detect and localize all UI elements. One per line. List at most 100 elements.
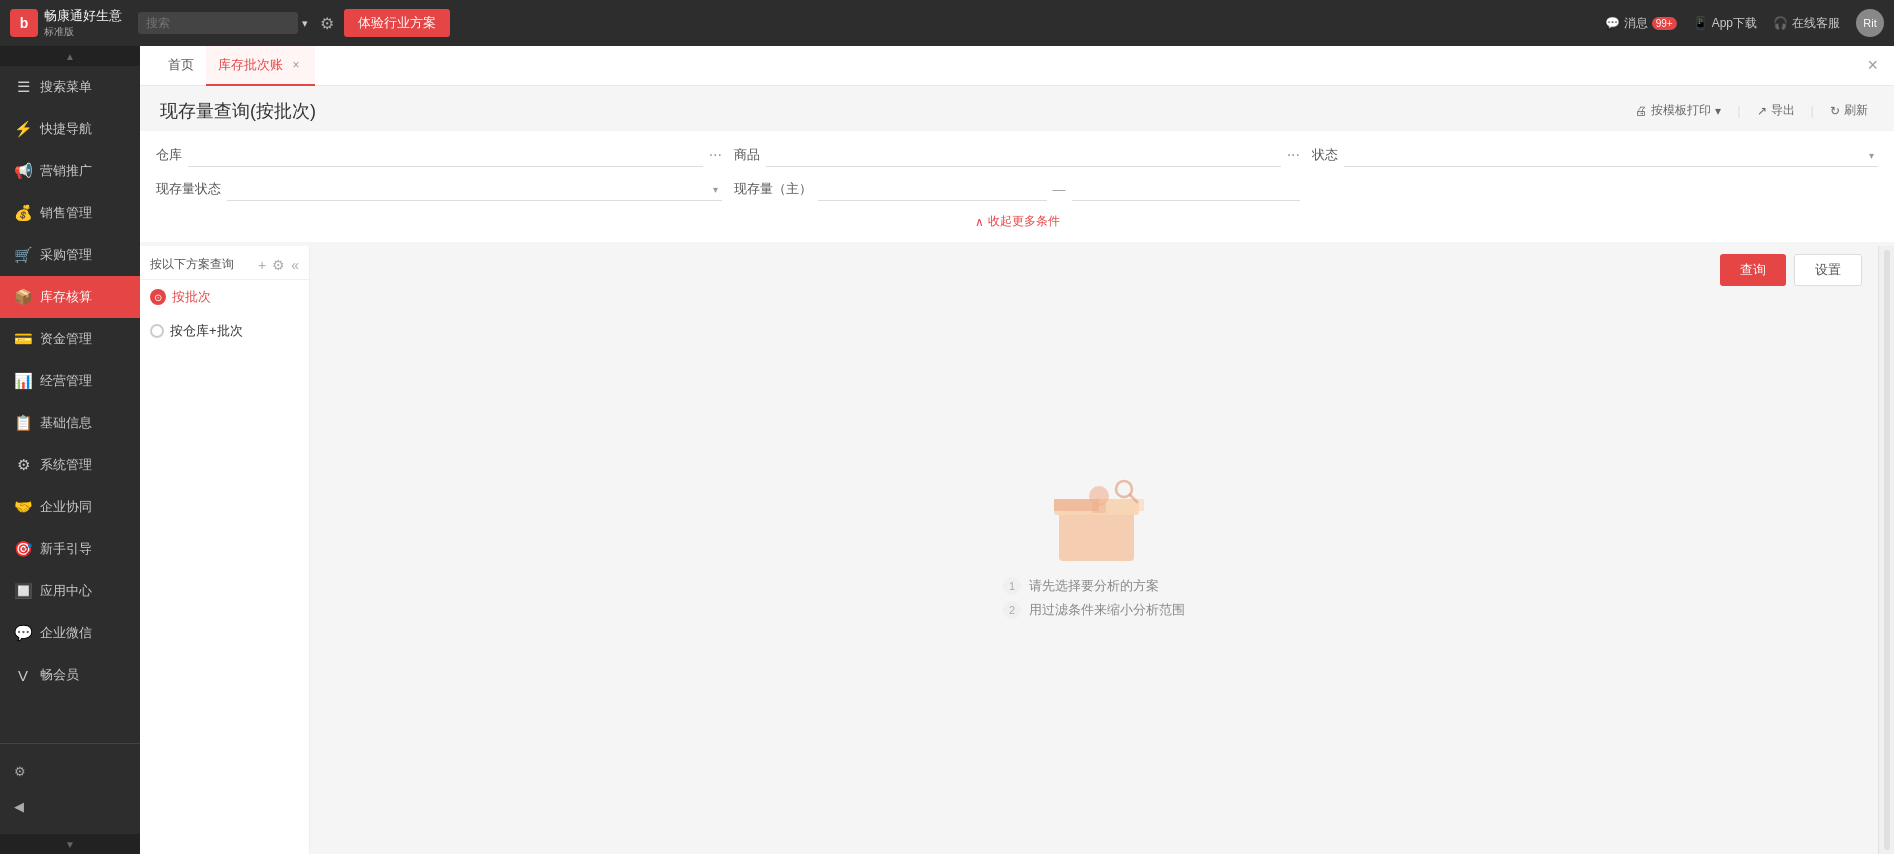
print-btn[interactable]: 🖨 按模板打印 ▾ xyxy=(1629,98,1727,123)
search-input[interactable] xyxy=(138,12,298,34)
print-label: 按模板打印 xyxy=(1651,102,1711,119)
topbar: b 畅康通好生意 标准版 ▾ ⚙ 体验行业方案 💬 消息 99+ 📱 App下载… xyxy=(0,0,1894,46)
headset-icon: 🎧 xyxy=(1773,16,1788,30)
set-btn[interactable]: 设置 xyxy=(1794,254,1862,286)
sidebar-item-system[interactable]: ⚙系统管理 xyxy=(0,444,140,486)
sidebar-label-guide: 新手引导 xyxy=(40,540,92,558)
sidebar-bottom: ⚙ ◀ xyxy=(0,743,140,834)
sidebar-item-basics[interactable]: 📋基础信息 xyxy=(0,402,140,444)
search-dropdown-btn[interactable]: ▾ xyxy=(298,15,312,32)
sidebar-item-inventory[interactable]: 📦库存核算 xyxy=(0,276,140,318)
export-btn[interactable]: ↗ 导出 xyxy=(1751,98,1801,123)
sidebar-item-operations[interactable]: 📊经营管理 xyxy=(0,360,140,402)
sidebar-icon-vip: V xyxy=(14,667,32,684)
sidebar-bottom-collapse[interactable]: ◀ xyxy=(0,789,140,824)
chat-icon: 💬 xyxy=(1605,16,1620,30)
empty-illustration xyxy=(1044,461,1144,561)
filter-row-2: 现存量状态 ▾ 现存量（主） — xyxy=(156,177,1878,201)
sidebar-label-quick-nav: 快捷导航 xyxy=(40,120,92,138)
sidebar-item-marketing[interactable]: 📢营销推广 xyxy=(0,150,140,192)
sidebar-scroll-down[interactable]: ▼ xyxy=(0,834,140,854)
sidebar-icon-quick-nav: ⚡ xyxy=(14,120,32,138)
experience-btn[interactable]: 体验行业方案 xyxy=(344,9,450,37)
message-btn[interactable]: 💬 消息 99+ xyxy=(1605,15,1677,32)
empty-instruction-item: 2用过滤条件来缩小分析范围 xyxy=(1003,601,1185,619)
stock-amount-from-input[interactable] xyxy=(818,177,1047,201)
stock-status-select[interactable] xyxy=(227,177,722,201)
sidebar-label-wechat: 企业微信 xyxy=(40,624,92,642)
sidebar-item-guide[interactable]: 🎯新手引导 xyxy=(0,528,140,570)
export-icon: ↗ xyxy=(1757,104,1767,118)
message-badge: 99+ xyxy=(1652,17,1677,30)
solution-add-btn[interactable]: + xyxy=(258,257,266,273)
right-scrollbar xyxy=(1878,246,1894,854)
sidebar-item-finance[interactable]: 💳资金管理 xyxy=(0,318,140,360)
sidebar-item-purchase[interactable]: 🛒采购管理 xyxy=(0,234,140,276)
sidebar-item-sales[interactable]: 💰 销售管理 xyxy=(0,192,140,234)
sidebar-icon-system: ⚙ xyxy=(14,456,32,474)
sidebar-label-operations: 经营管理 xyxy=(40,372,92,390)
sidebar-item-enterprise[interactable]: 🤝企业协同 xyxy=(0,486,140,528)
scroll-track xyxy=(1884,250,1890,850)
sidebar-label-vip: 畅会员 xyxy=(40,666,79,684)
tab-close-all-btn[interactable]: × xyxy=(1867,55,1878,76)
tab-home[interactable]: 首页 xyxy=(156,46,206,86)
content-area: 首页 库存批次账 × × 现存量查询(按批次) 🖨 按模板打印 ▾ | ↗ 导出 xyxy=(140,46,1894,854)
app-download-btn[interactable]: 📱 App下载 xyxy=(1693,15,1757,32)
sidebar-label-finance: 资金管理 xyxy=(40,330,92,348)
solution-collapse-btn[interactable]: « xyxy=(291,257,299,273)
solution-settings-btn[interactable]: ⚙ xyxy=(272,257,285,273)
product-label: 商品 xyxy=(734,146,760,164)
warehouse-dots-btn[interactable]: ··· xyxy=(709,146,722,164)
sidebar-label-basics: 基础信息 xyxy=(40,414,92,432)
tab-close-btn[interactable]: × xyxy=(289,58,303,72)
query-action-bar: 查询 设置 xyxy=(310,246,1878,286)
online-service-btn[interactable]: 🎧 在线客服 xyxy=(1773,15,1840,32)
sidebar-bottom-settings[interactable]: ⚙ xyxy=(0,754,140,789)
sidebar-label-sales: 销售管理 xyxy=(40,204,92,222)
refresh-icon: ↻ xyxy=(1830,104,1840,118)
instruction-text: 请先选择要分析的方案 xyxy=(1029,577,1159,595)
sidebar-icon-sales: 💰 xyxy=(14,204,32,222)
logo-icon: b xyxy=(10,9,38,37)
topbar-right: 💬 消息 99+ 📱 App下载 🎧 在线客服 Rit xyxy=(1605,9,1884,37)
content-body: 按以下方案查询 + ⚙ « ⊙按批次按仓库+批次 查询 设置 xyxy=(140,246,1894,854)
tab-home-label: 首页 xyxy=(168,56,194,74)
sidebar-item-apps[interactable]: 🔲应用中心 xyxy=(0,570,140,612)
version-label: 标准版 xyxy=(44,25,122,39)
avatar: Rit xyxy=(1856,9,1884,37)
tab-inventory-batch[interactable]: 库存批次账 × xyxy=(206,46,315,86)
topbar-gear-btn[interactable]: ⚙ xyxy=(320,14,334,33)
sidebar-item-wechat[interactable]: 💬企业微信 xyxy=(0,612,140,654)
warehouse-input[interactable] xyxy=(188,143,703,167)
product-input[interactable] xyxy=(766,143,1281,167)
user-profile-btn[interactable]: Rit xyxy=(1856,9,1884,37)
filter-area: 仓库 ··· 商品 ··· 状态 ▾ xyxy=(140,131,1894,242)
filter-warehouse: 仓库 ··· xyxy=(156,143,722,167)
query-btn[interactable]: 查询 xyxy=(1720,254,1786,286)
sidebar-item-quick-nav[interactable]: ⚡ 快捷导航 xyxy=(0,108,140,150)
solution-item-by-batch[interactable]: ⊙按批次 xyxy=(140,280,309,314)
collapse-more-btn[interactable]: ∧ 收起更多条件 xyxy=(156,207,1878,230)
sidebar-item-search-menu[interactable]: ☰搜索菜单 xyxy=(0,66,140,108)
phone-icon: 📱 xyxy=(1693,16,1708,30)
empty-instruction-item: 1请先选择要分析的方案 xyxy=(1003,577,1185,595)
stock-amount-to-input[interactable] xyxy=(1072,177,1301,201)
solution-title: 按以下方案查询 xyxy=(150,256,234,273)
status-select[interactable] xyxy=(1344,143,1878,167)
solution-item-by-warehouse-batch[interactable]: 按仓库+批次 xyxy=(140,314,309,348)
product-dots-btn[interactable]: ··· xyxy=(1287,146,1300,164)
export-label: 导出 xyxy=(1771,102,1795,119)
page-title: 现存量查询(按批次) xyxy=(160,99,316,123)
collapse-label: 收起更多条件 xyxy=(988,213,1060,230)
sidebar-item-vip[interactable]: V 畅会员 xyxy=(0,654,140,696)
sidebar-scroll-up[interactable]: ▲ xyxy=(0,46,140,66)
tab-bar: 首页 库存批次账 × × xyxy=(140,46,1894,86)
sidebar-icon-enterprise: 🤝 xyxy=(14,498,32,516)
solution-panel: 按以下方案查询 + ⚙ « ⊙按批次按仓库+批次 xyxy=(140,246,310,854)
filter-row-1: 仓库 ··· 商品 ··· 状态 ▾ xyxy=(156,143,1878,167)
collapse-icon: ◀ xyxy=(14,799,24,814)
refresh-btn[interactable]: ↻ 刷新 xyxy=(1824,98,1874,123)
sidebar-label-purchase: 采购管理 xyxy=(40,246,92,264)
sidebar-label-inventory: 库存核算 xyxy=(40,288,92,306)
